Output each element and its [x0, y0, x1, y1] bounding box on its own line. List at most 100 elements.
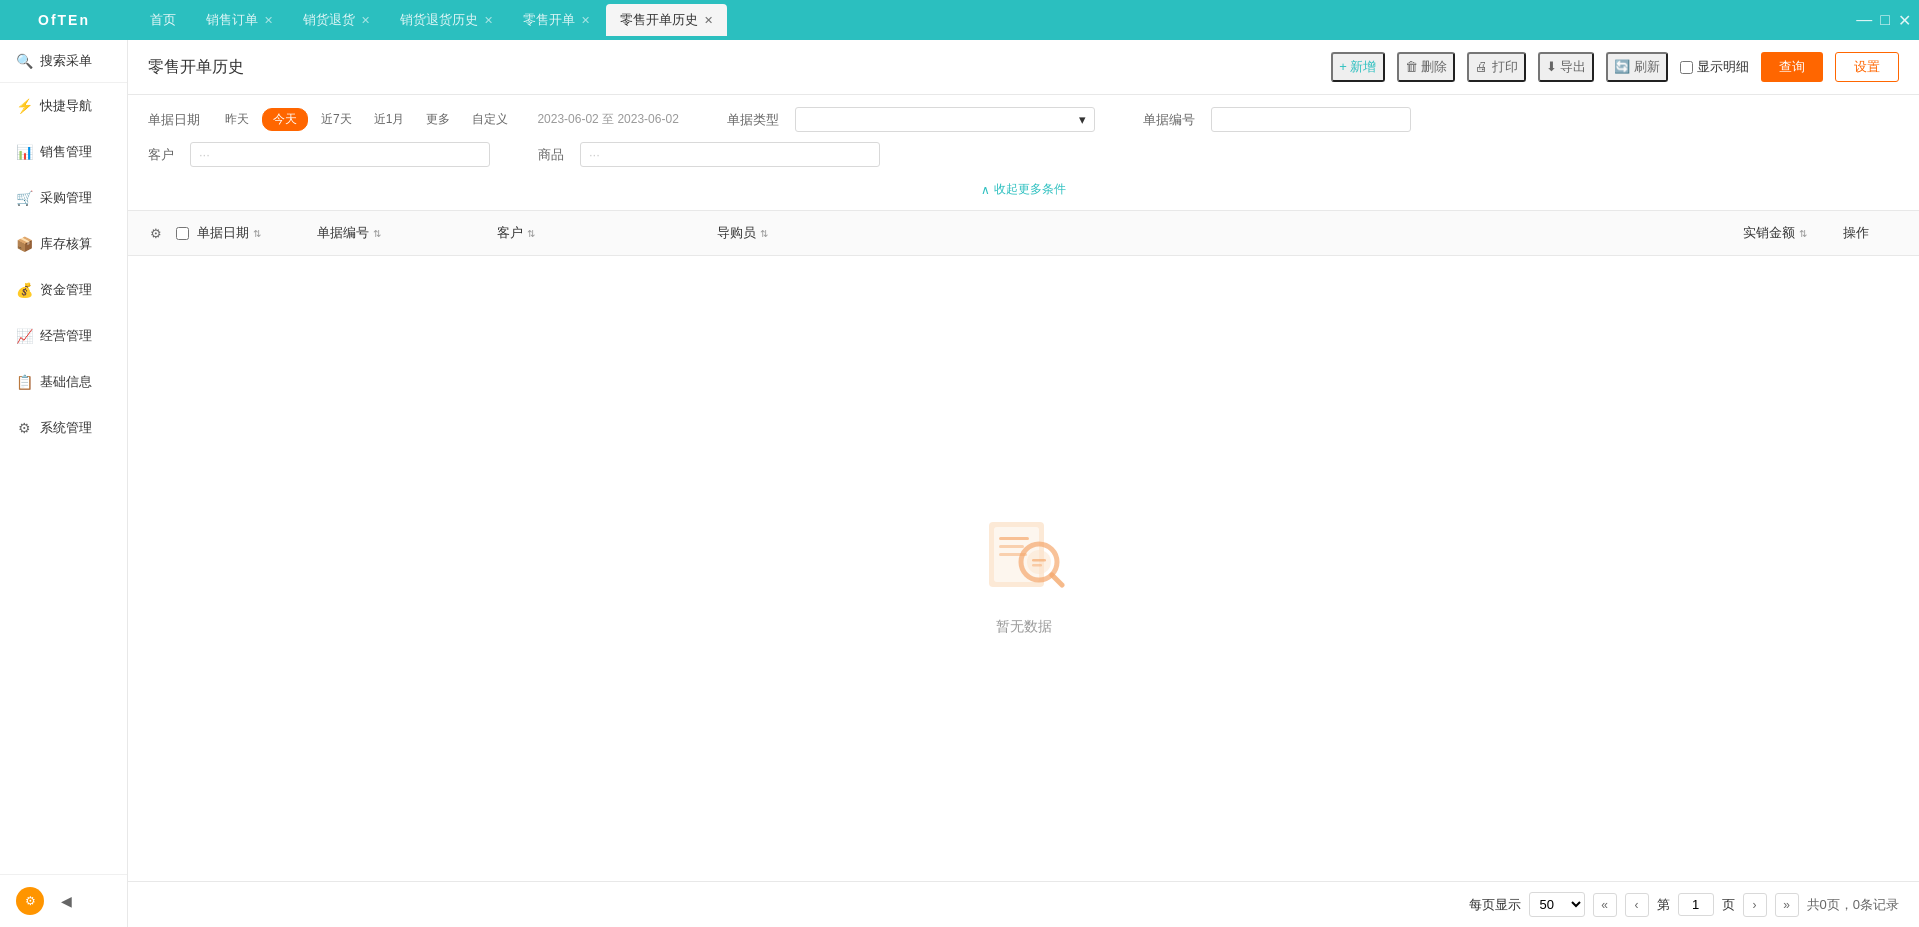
sidebar-item-label: 销售管理	[40, 143, 92, 161]
col-header-amount[interactable]: 实销金额 ⇅	[1743, 224, 1843, 242]
empty-text: 暂无数据	[996, 618, 1052, 636]
type-filter-label: 单据类型	[727, 111, 779, 129]
tab-sales-return-history-close[interactable]: ✕	[484, 14, 493, 27]
toolbar: + 新增 🗑 删除 🖨 打印 ⬇ 导出 🔄 刷新 显示明细 查询 设置	[1331, 52, 1899, 82]
next-page-button[interactable]: ›	[1743, 893, 1767, 917]
tab-sales-return-close[interactable]: ✕	[361, 14, 370, 27]
prev-page-button[interactable]: ‹	[1625, 893, 1649, 917]
tabs-bar: 首页 销售订单 ✕ 销货退货 ✕ 销货退货历史 ✕ 零售开单 ✕ 零售开单历史 …	[128, 0, 1919, 40]
col-number-label: 单据编号	[317, 224, 369, 242]
sidebar-item-label: 经营管理	[40, 327, 92, 345]
date-btn-more[interactable]: 更多	[417, 108, 459, 131]
sidebar-item-sys-mgmt[interactable]: ⚙ 系统管理	[0, 405, 127, 451]
tab-retail-open[interactable]: 零售开单 ✕	[509, 4, 604, 36]
sidebar-item-basic-info[interactable]: 📋 基础信息	[0, 359, 127, 405]
purchase-mgmt-icon: 🛒	[16, 190, 32, 206]
export-button[interactable]: ⬇ 导出	[1538, 52, 1595, 82]
sidebar-item-finance[interactable]: 💰 资金管理	[0, 267, 127, 313]
table-area: ⚙ 单据日期 ⇅ 单据编号 ⇅ 客户 ⇅ 导购员 ⇅	[128, 211, 1919, 881]
goods-filter-input[interactable]: ···	[580, 142, 880, 167]
col-customer-label: 客户	[497, 224, 523, 242]
number-filter-input[interactable]	[1211, 107, 1411, 132]
type-filter-value	[804, 112, 808, 127]
tab-sales-order-close[interactable]: ✕	[264, 14, 273, 27]
minimize-button[interactable]: —	[1856, 11, 1872, 29]
date-btn-7days[interactable]: 近7天	[312, 108, 361, 131]
col-header-customer[interactable]: 客户 ⇅	[497, 224, 717, 242]
collapse-filter-button[interactable]: ∧ 收起更多条件	[148, 177, 1899, 202]
add-button[interactable]: + 新增	[1331, 52, 1384, 82]
tab-retail-open-history[interactable]: 零售开单历史 ✕	[606, 4, 727, 36]
first-page-button[interactable]: «	[1593, 893, 1617, 917]
settings-bottom-icon[interactable]: ⚙	[16, 887, 44, 915]
col-header-action: 操作	[1843, 224, 1903, 242]
operations-icon: 📈	[16, 328, 32, 344]
tab-retail-open-close[interactable]: ✕	[581, 14, 590, 27]
window-controls: — □ ✕	[1856, 11, 1911, 30]
col-header-guide[interactable]: 导购员 ⇅	[717, 224, 837, 242]
page-label: 第	[1657, 896, 1670, 914]
close-button[interactable]: ✕	[1898, 11, 1911, 30]
tab-sales-return-history[interactable]: 销货退货历史 ✕	[386, 4, 507, 36]
maximize-button[interactable]: □	[1880, 11, 1890, 29]
per-page-select[interactable]: 50 10 20 100	[1529, 892, 1585, 917]
customer-filter-input[interactable]: ···	[190, 142, 490, 167]
settings-button[interactable]: 设置	[1835, 52, 1899, 82]
sys-mgmt-icon: ⚙	[16, 420, 32, 436]
last-page-button[interactable]: »	[1775, 893, 1799, 917]
col-action-label: 操作	[1843, 224, 1869, 242]
display-detail-toggle[interactable]: 显示明细	[1680, 58, 1749, 76]
sidebar-search[interactable]: 🔍 搜索采单	[0, 40, 127, 83]
query-button[interactable]: 查询	[1761, 52, 1823, 82]
page-number-input[interactable]	[1678, 893, 1714, 916]
sidebar-item-sales-mgmt[interactable]: 📊 销售管理	[0, 129, 127, 175]
collapse-sidebar-icon[interactable]: ◀	[52, 887, 80, 915]
sidebar: OfTEn 🔍 搜索采单 ⚡ 快捷导航 📊 销售管理 🛒 采购管理 📦 库存核算…	[0, 0, 128, 927]
page-suffix: 页	[1722, 896, 1735, 914]
svg-rect-8	[1032, 559, 1046, 562]
date-btn-custom[interactable]: 自定义	[463, 108, 517, 131]
brand-logo: OfTEn	[0, 0, 128, 40]
col-customer-sort-icon: ⇅	[527, 228, 535, 239]
col-header-number[interactable]: 单据编号 ⇅	[317, 224, 497, 242]
select-all-checkbox[interactable]	[176, 227, 189, 240]
table-column-settings-icon[interactable]: ⚙	[144, 221, 168, 245]
goods-filter-label: 商品	[538, 146, 564, 164]
tab-home-label: 首页	[150, 11, 176, 29]
search-icon: 🔍	[16, 53, 32, 69]
display-detail-checkbox[interactable]	[1680, 61, 1693, 74]
date-btn-1month[interactable]: 近1月	[365, 108, 414, 131]
sidebar-item-purchase-mgmt[interactable]: 🛒 采购管理	[0, 175, 127, 221]
page-title: 零售开单历史	[148, 57, 244, 78]
sidebar-item-label: 库存核算	[40, 235, 92, 253]
col-date-label: 单据日期	[197, 224, 249, 242]
delete-button[interactable]: 🗑 删除	[1397, 52, 1456, 82]
display-detail-label: 显示明细	[1697, 58, 1749, 76]
tab-retail-open-history-label: 零售开单历史	[620, 11, 698, 29]
type-filter-dropdown-icon: ▾	[1079, 112, 1086, 127]
col-guide-label: 导购员	[717, 224, 756, 242]
refresh-button[interactable]: 🔄 刷新	[1606, 52, 1668, 82]
tab-retail-open-history-close[interactable]: ✕	[704, 14, 713, 27]
collapse-icon: ∧	[981, 183, 990, 197]
prev-page-icon: ‹	[1635, 898, 1639, 912]
date-btn-yesterday[interactable]: 昨天	[216, 108, 258, 131]
sidebar-item-quick-nav[interactable]: ⚡ 快捷导航	[0, 83, 127, 129]
date-filter-label: 单据日期	[148, 111, 200, 129]
tab-sales-return[interactable]: 销货退货 ✕	[289, 4, 384, 36]
tab-home[interactable]: 首页	[136, 4, 190, 36]
customer-dots: ···	[199, 147, 210, 162]
collapse-label: 收起更多条件	[994, 181, 1066, 198]
sidebar-item-inventory[interactable]: 📦 库存核算	[0, 221, 127, 267]
tab-sales-return-history-label: 销货退货历史	[400, 11, 478, 29]
col-header-date[interactable]: 单据日期 ⇅	[197, 224, 317, 242]
type-filter-select[interactable]: ▾	[795, 107, 1095, 132]
sidebar-item-operations[interactable]: 📈 经营管理	[0, 313, 127, 359]
svg-rect-3	[999, 545, 1024, 548]
filter-row-2: 客户 ··· 商品 ···	[148, 142, 1899, 167]
date-btn-today[interactable]: 今天	[262, 108, 308, 131]
tab-sales-order[interactable]: 销售订单 ✕	[192, 4, 287, 36]
print-button[interactable]: 🖨 打印	[1467, 52, 1526, 82]
pagination: 每页显示 50 10 20 100 « ‹ 第 页 › » 共0页，0条记录	[128, 881, 1919, 927]
sidebar-item-label: 采购管理	[40, 189, 92, 207]
